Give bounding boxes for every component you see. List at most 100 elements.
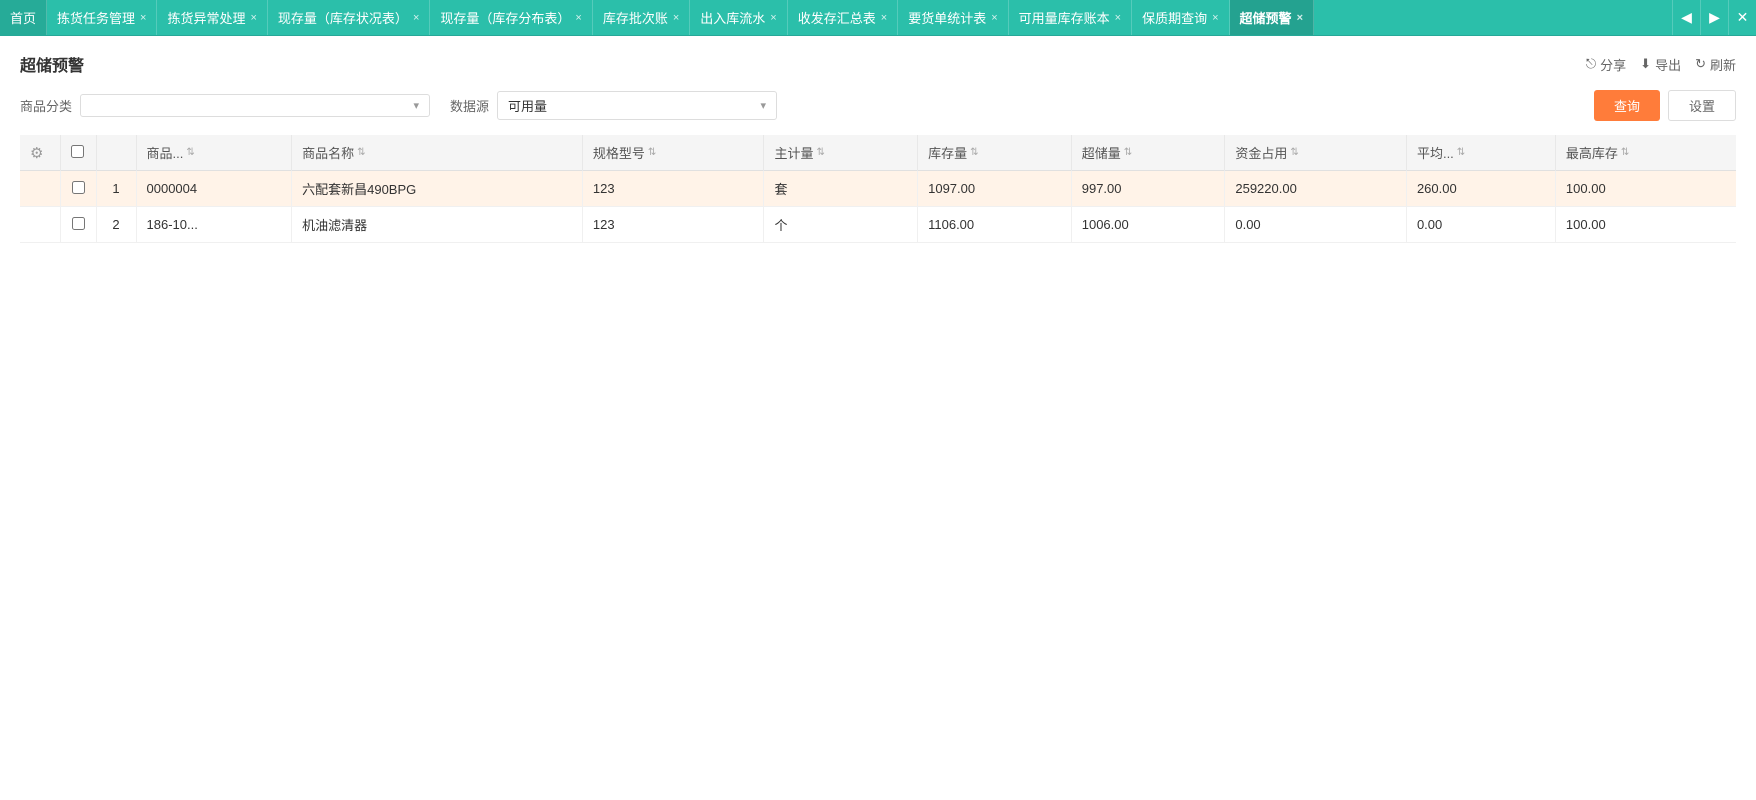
row-unit: 个 [764,207,918,243]
category-filter: 商品分类 ▾ [20,94,430,117]
sort-icon: ⇅ [1124,147,1132,158]
row-unit: 套 [764,171,918,207]
nav-expiry[interactable]: 保质期查询 × [1132,0,1229,35]
close-icon[interactable]: × [575,12,581,24]
nav-close-all[interactable]: ✕ [1728,0,1756,36]
sort-icon: ⇅ [970,147,978,158]
page-title: 超储预警 [20,52,84,76]
table-body: 1 0000004 六配套新昌490BPG 123 套 1097.00 997.… [20,171,1736,243]
nav-arrows: ◀ ▶ ✕ [1672,0,1756,36]
main-content: 超储预警 ⎋ 分享 ⬇ 导出 ↻ 刷新 商品分类 ▾ 数据源 [0,36,1756,800]
export-icon: ⬇ [1640,56,1651,72]
row-gear [20,207,60,243]
close-icon[interactable]: × [413,12,419,24]
share-button[interactable]: ⎋ 分享 [1586,55,1626,74]
nav-next-arrow[interactable]: ▶ [1700,0,1728,36]
col-product-name-header[interactable]: 商品名称 ⇅ [292,135,583,171]
close-icon[interactable]: × [881,12,887,24]
nav-prev-arrow[interactable]: ◀ [1672,0,1700,36]
row-avg: 0.00 [1406,207,1555,243]
close-icon[interactable]: × [673,12,679,24]
table-row: 2 186-10... 机油滤清器 123 个 1106.00 1006.00 … [20,207,1736,243]
row-max-stock: 100.00 [1555,171,1736,207]
sort-icon: ⇅ [817,147,825,158]
row-index: 2 [96,207,136,243]
col-over-stock-header[interactable]: 超储量 ⇅ [1071,135,1225,171]
close-icon[interactable]: × [991,12,997,24]
chevron-down-icon: ▾ [413,99,419,112]
nav-summary[interactable]: 收发存汇总表 × [788,0,898,35]
row-checkbox[interactable] [72,217,85,230]
query-button[interactable]: 查询 [1594,90,1660,121]
row-gear [20,171,60,207]
datasource-select[interactable]: 可用量 ▾ [497,91,777,120]
col-gear: ⚙ [20,135,60,171]
nav-exception[interactable]: 拣货异常处理 × [157,0,267,35]
row-capital: 0.00 [1225,207,1407,243]
row-product-code: 0000004 [136,171,292,207]
row-max-stock: 100.00 [1555,207,1736,243]
datasource-filter: 数据源 可用量 ▾ [450,91,777,120]
sort-icon: ⇅ [357,147,365,158]
table-row: 1 0000004 六配套新昌490BPG 123 套 1097.00 997.… [20,171,1736,207]
share-icon: ⎋ [1586,56,1596,72]
chevron-down-icon: ▾ [761,99,767,112]
refresh-icon: ↻ [1695,56,1706,72]
category-select[interactable]: ▾ [80,94,430,117]
col-product-code-header[interactable]: 商品... ⇅ [136,135,292,171]
gear-icon[interactable]: ⚙ [30,145,43,162]
close-icon[interactable]: × [1212,12,1218,24]
col-checkbox-header [60,135,96,171]
col-spec-header[interactable]: 规格型号 ⇅ [582,135,764,171]
col-capital-header[interactable]: 资金占用 ⇅ [1225,135,1407,171]
data-table: ⚙ 商品... ⇅ 商品名称 ⇅ [20,135,1736,243]
row-index: 1 [96,171,136,207]
row-over-stock: 1006.00 [1071,207,1225,243]
close-icon[interactable]: × [1115,12,1121,24]
export-button[interactable]: ⬇ 导出 [1640,55,1681,74]
sort-icon: ⇅ [648,147,656,158]
row-product-name: 六配套新昌490BPG [292,171,583,207]
col-avg-header[interactable]: 平均... ⇅ [1406,135,1555,171]
nav-batch-account[interactable]: 库存批次账 × [593,0,690,35]
row-product-name: 机油滤清器 [292,207,583,243]
settings-button[interactable]: 设置 [1668,90,1736,121]
nav-current-stock-status[interactable]: 现存量（库存状况表） × [268,0,430,35]
nav-task-mgmt[interactable]: 拣货任务管理 × [47,0,157,35]
row-stock: 1097.00 [918,171,1072,207]
row-stock: 1106.00 [918,207,1072,243]
col-stock-header[interactable]: 库存量 ⇅ [918,135,1072,171]
row-capital: 259220.00 [1225,171,1407,207]
sort-icon: ⇅ [1457,147,1465,158]
col-unit-header[interactable]: 主计量 ⇅ [764,135,918,171]
row-product-code: 186-10... [136,207,292,243]
refresh-button[interactable]: ↻ 刷新 [1695,55,1736,74]
nav-overstock[interactable]: 超储预警 × [1230,0,1314,35]
close-icon[interactable]: × [1297,12,1303,24]
select-all-checkbox[interactable] [71,145,84,158]
nav-flow[interactable]: 出入库流水 × [690,0,787,35]
row-spec: 123 [582,207,764,243]
table-header-row: ⚙ 商品... ⇅ 商品名称 ⇅ [20,135,1736,171]
row-over-stock: 997.00 [1071,171,1225,207]
nav-home[interactable]: 首页 [0,0,47,35]
col-max-stock-header[interactable]: 最高库存 ⇅ [1555,135,1736,171]
nav-demand-stats[interactable]: 要货单统计表 × [898,0,1008,35]
page-header: 超储预警 ⎋ 分享 ⬇ 导出 ↻ 刷新 [20,52,1736,76]
close-icon[interactable]: × [770,12,776,24]
row-avg: 260.00 [1406,171,1555,207]
row-checkbox-cell [60,207,96,243]
close-icon[interactable]: × [250,12,256,24]
filter-actions: 查询 设置 [1594,90,1736,121]
row-checkbox[interactable] [72,181,85,194]
row-spec: 123 [582,171,764,207]
close-icon[interactable]: × [140,12,146,24]
top-nav: 首页 拣货任务管理 × 拣货异常处理 × 现存量（库存状况表） × 现存量（库存… [0,0,1756,36]
sort-icon: ⇅ [186,147,194,158]
sort-icon: ⇅ [1621,147,1629,158]
nav-current-stock-dist[interactable]: 现存量（库存分布表） × [430,0,592,35]
category-label: 商品分类 [20,96,72,115]
datasource-value: 可用量 [508,96,547,115]
header-actions: ⎋ 分享 ⬇ 导出 ↻ 刷新 [1586,55,1736,74]
nav-available-account[interactable]: 可用量库存账本 × [1009,0,1132,35]
